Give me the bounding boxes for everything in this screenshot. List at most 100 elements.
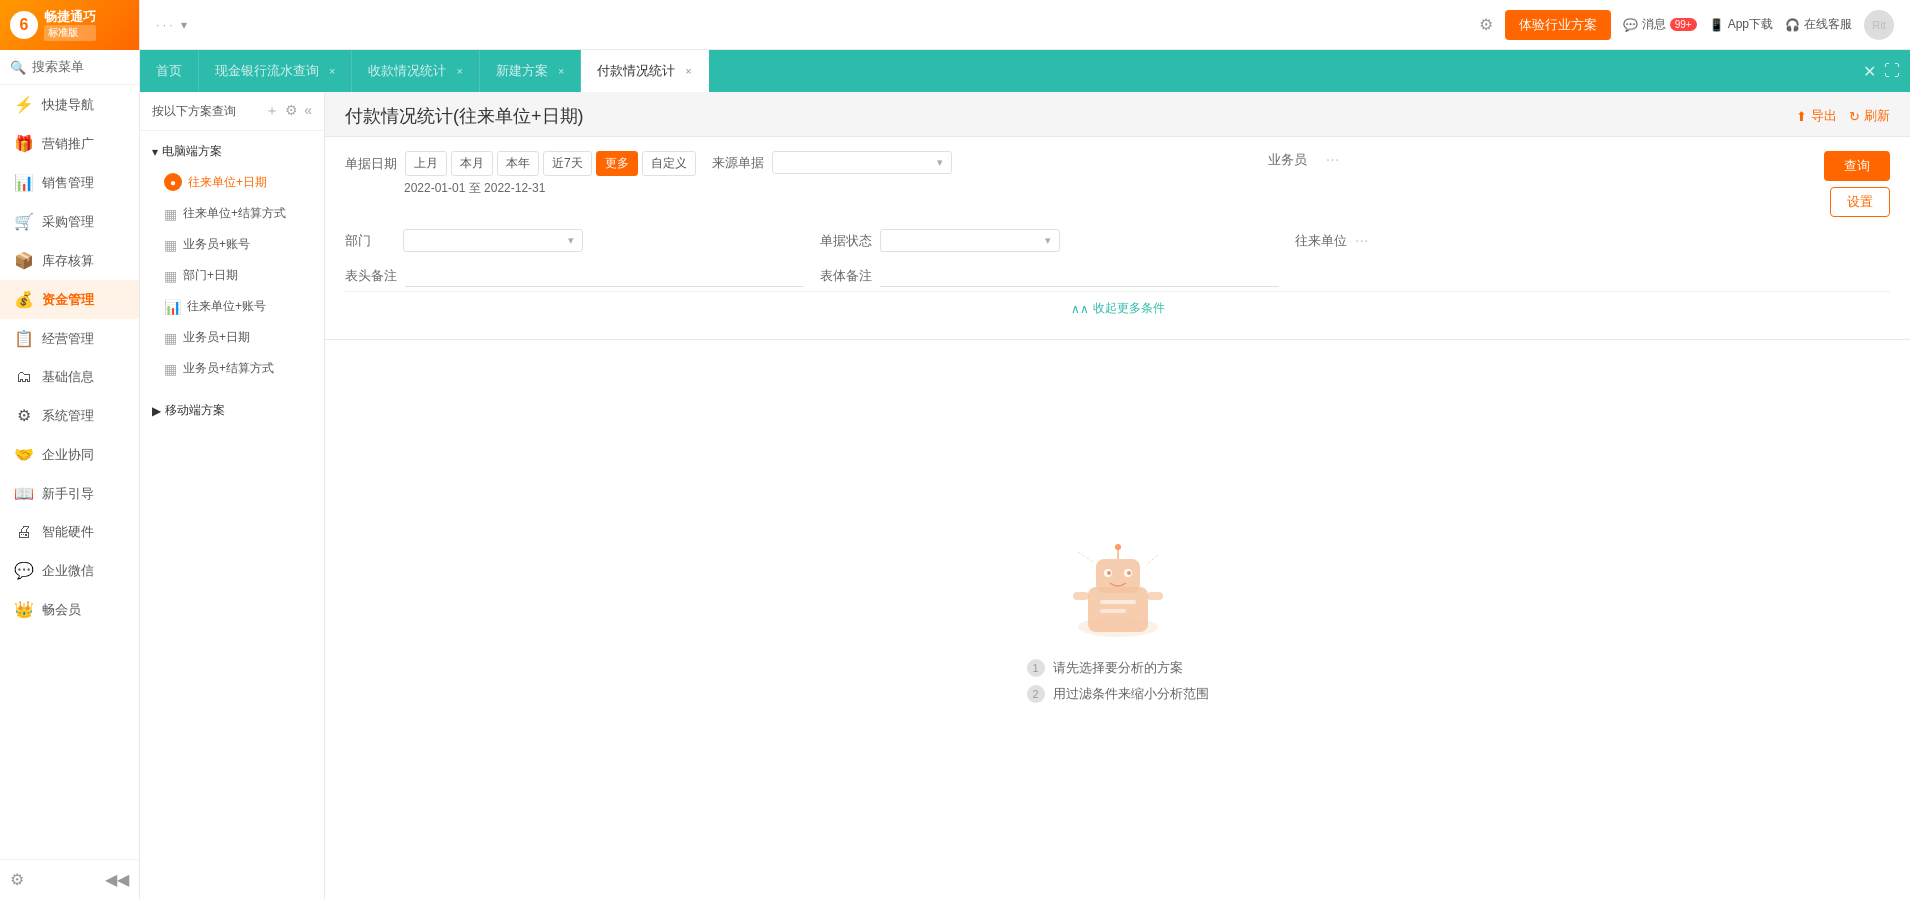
header-note-label: 表头备注 bbox=[345, 267, 397, 285]
scheme-item-label: 往来单位+账号 bbox=[187, 298, 266, 315]
tab-bank-flow[interactable]: 现金银行流水查询 × bbox=[199, 50, 352, 92]
sidebar-item-weixin[interactable]: 💬 企业微信 bbox=[0, 551, 139, 590]
app-name: 畅捷通巧 bbox=[44, 9, 96, 25]
messages-label: 消息 bbox=[1642, 16, 1666, 33]
scheme-panel-title: 按以下方案查询 bbox=[152, 103, 236, 120]
partner-filter-label: 往来单位 bbox=[1295, 232, 1347, 250]
header-note-input[interactable] bbox=[405, 264, 804, 287]
breadcrumb-dropdown-icon[interactable]: ▾ bbox=[181, 18, 187, 32]
refresh-label: 刷新 bbox=[1864, 107, 1890, 125]
tab-receipts-close[interactable]: × bbox=[456, 65, 462, 77]
scheme-group-mobile-title[interactable]: ▶ 移动端方案 bbox=[140, 396, 324, 425]
collapse-filter-button[interactable]: ∧∧ 收起更多条件 bbox=[345, 291, 1890, 325]
scheme-item-partner-date[interactable]: ● 往来单位+日期 bbox=[140, 166, 324, 198]
svg-rect-9 bbox=[1073, 592, 1089, 600]
tab-payment-close[interactable]: × bbox=[685, 65, 691, 77]
svg-rect-11 bbox=[1100, 600, 1136, 604]
sidebar-settings-icon[interactable]: ⚙ bbox=[10, 870, 24, 889]
sidebar-item-enterprise[interactable]: 🤝 企业协同 bbox=[0, 435, 139, 474]
sidebar-item-label: 销售管理 bbox=[42, 174, 94, 192]
filter-area: 单据日期 上月 本月 本年 近7天 更多 自定义 2022-01-01 至 20… bbox=[325, 137, 1910, 340]
scheme-group-label: 移动端方案 bbox=[165, 402, 225, 419]
scheme-item-salesman-settle[interactable]: ▦ 业务员+结算方式 bbox=[140, 353, 324, 384]
sidebar-item-system[interactable]: ⚙ 系统管理 bbox=[0, 396, 139, 435]
tab-close-all-icon[interactable]: ✕ bbox=[1863, 62, 1876, 81]
svg-rect-2 bbox=[1096, 559, 1140, 593]
source-select[interactable]: ▾ bbox=[772, 151, 952, 174]
app-edition: 标准版 bbox=[44, 25, 96, 41]
sidebar-item-label: 畅会员 bbox=[42, 601, 81, 619]
filter-settings-button[interactable]: 设置 bbox=[1830, 187, 1890, 217]
tab-payment-stats[interactable]: 付款情况统计 × bbox=[581, 50, 708, 92]
app-download-btn[interactable]: 📱 App下载 bbox=[1709, 16, 1773, 33]
scheme-item-salesman-date[interactable]: ▦ 业务员+日期 bbox=[140, 322, 324, 353]
scheme-item-dept-date[interactable]: ▦ 部门+日期 bbox=[140, 260, 324, 291]
date-btn-this-month[interactable]: 本月 bbox=[451, 151, 493, 176]
sidebar-item-label: 基础信息 bbox=[42, 368, 94, 386]
sidebar-item-sales[interactable]: 📊 销售管理 bbox=[0, 163, 139, 202]
member-icon: 👑 bbox=[14, 600, 34, 619]
sidebar: 6 畅捷通巧 标准版 🔍 搜索菜单 ⚡ 快捷导航 🎁 营销推广 📊 销售管理 🛒… bbox=[0, 0, 140, 899]
scheme-item-label: 业务员+日期 bbox=[183, 329, 250, 346]
industry-scheme-button[interactable]: 体验行业方案 bbox=[1505, 10, 1611, 40]
sidebar-item-hardware[interactable]: 🖨 智能硬件 bbox=[0, 513, 139, 551]
sidebar-item-purchase[interactable]: 🛒 采购管理 bbox=[0, 202, 139, 241]
user-avatar[interactable]: Rit bbox=[1864, 10, 1894, 40]
svg-line-13 bbox=[1078, 552, 1093, 562]
scheme-collapse-icon[interactable]: « bbox=[304, 102, 312, 120]
sidebar-menu: ⚡ 快捷导航 🎁 营销推广 📊 销售管理 🛒 采购管理 📦 库存核算 💰 资金管… bbox=[0, 85, 139, 859]
tab-receipts-stats[interactable]: 收款情况统计 × bbox=[352, 50, 479, 92]
scheme-group-desktop-title[interactable]: ▾ 电脑端方案 bbox=[140, 137, 324, 166]
salesman-filter-label: 业务员 bbox=[1268, 151, 1318, 169]
quick-nav-icon: ⚡ bbox=[14, 95, 34, 114]
tab-new-scheme-close[interactable]: × bbox=[558, 65, 564, 77]
date-btn-7days[interactable]: 近7天 bbox=[543, 151, 592, 176]
partner-filter-dots[interactable]: ··· bbox=[1355, 232, 1368, 250]
scheme-group-arrow: ▶ bbox=[152, 404, 161, 418]
sidebar-item-quick-nav[interactable]: ⚡ 快捷导航 bbox=[0, 85, 139, 124]
body-note-input[interactable] bbox=[880, 264, 1279, 287]
active-indicator: ● bbox=[164, 173, 182, 191]
breadcrumb: · · · ▾ bbox=[156, 18, 1467, 32]
scheme-item-label: 业务员+账号 bbox=[183, 236, 250, 253]
tab-expand-icon[interactable]: ⛶ bbox=[1884, 62, 1900, 80]
empty-tips: 1 请先选择要分析的方案 2 用过滤条件来缩小分析范围 bbox=[1027, 659, 1209, 703]
collapse-label: 收起更多条件 bbox=[1093, 300, 1165, 317]
date-buttons: 上月 本月 本年 近7天 更多 自定义 bbox=[405, 151, 696, 176]
scheme-item-salesman-account[interactable]: ▦ 业务员+账号 bbox=[140, 229, 324, 260]
tab-new-scheme[interactable]: 新建方案 × bbox=[480, 50, 581, 92]
sidebar-item-inventory[interactable]: 📦 库存核算 bbox=[0, 241, 139, 280]
online-service-btn[interactable]: 🎧 在线客服 bbox=[1785, 16, 1852, 33]
query-button[interactable]: 查询 bbox=[1824, 151, 1890, 181]
search-menu[interactable]: 🔍 搜索菜单 bbox=[0, 50, 139, 85]
add-scheme-icon[interactable]: ＋ bbox=[265, 102, 279, 120]
doc-status-select[interactable]: ▾ bbox=[880, 229, 1060, 252]
sidebar-item-finance[interactable]: 💰 资金管理 bbox=[0, 280, 139, 319]
sidebar-item-operations[interactable]: 📋 经营管理 bbox=[0, 319, 139, 358]
scheme-panel: 按以下方案查询 ＋ ⚙ « ▾ 电脑端方案 ● 往来单位+日期 ▦ bbox=[140, 92, 325, 899]
sidebar-item-guide[interactable]: 📖 新手引导 bbox=[0, 474, 139, 513]
date-btn-last-month[interactable]: 上月 bbox=[405, 151, 447, 176]
sidebar-item-label: 营销推广 bbox=[42, 135, 94, 153]
date-btn-more[interactable]: 更多 bbox=[596, 151, 638, 176]
sidebar-item-marketing[interactable]: 🎁 营销推广 bbox=[0, 124, 139, 163]
date-btn-this-year[interactable]: 本年 bbox=[497, 151, 539, 176]
salesman-filter-dots[interactable]: ··· bbox=[1326, 151, 1339, 169]
scheme-item-partner-settle[interactable]: ▦ 往来单位+结算方式 bbox=[140, 198, 324, 229]
date-btn-custom[interactable]: 自定义 bbox=[642, 151, 696, 176]
refresh-button[interactable]: ↻ 刷新 bbox=[1849, 107, 1890, 125]
purchase-icon: 🛒 bbox=[14, 212, 34, 231]
messages-btn[interactable]: 💬 消息 99+ bbox=[1623, 16, 1697, 33]
scheme-item-partner-account[interactable]: 📊 往来单位+账号 bbox=[140, 291, 324, 322]
dept-select[interactable]: ▾ bbox=[403, 229, 583, 252]
scheme-settings-icon[interactable]: ⚙ bbox=[285, 102, 298, 120]
tab-bank-flow-close[interactable]: × bbox=[329, 65, 335, 77]
sidebar-item-basic-info[interactable]: 🗂 基础信息 bbox=[0, 358, 139, 396]
sidebar-collapse-icon[interactable]: ◀◀ bbox=[105, 870, 129, 889]
tab-home[interactable]: 首页 bbox=[140, 50, 199, 92]
topbar-settings-icon[interactable]: ⚙ bbox=[1479, 15, 1493, 34]
export-button[interactable]: ⬆ 导出 bbox=[1796, 107, 1837, 125]
sidebar-item-label: 智能硬件 bbox=[42, 523, 94, 541]
body-note-label: 表体备注 bbox=[820, 267, 872, 285]
sidebar-item-member[interactable]: 👑 畅会员 bbox=[0, 590, 139, 629]
